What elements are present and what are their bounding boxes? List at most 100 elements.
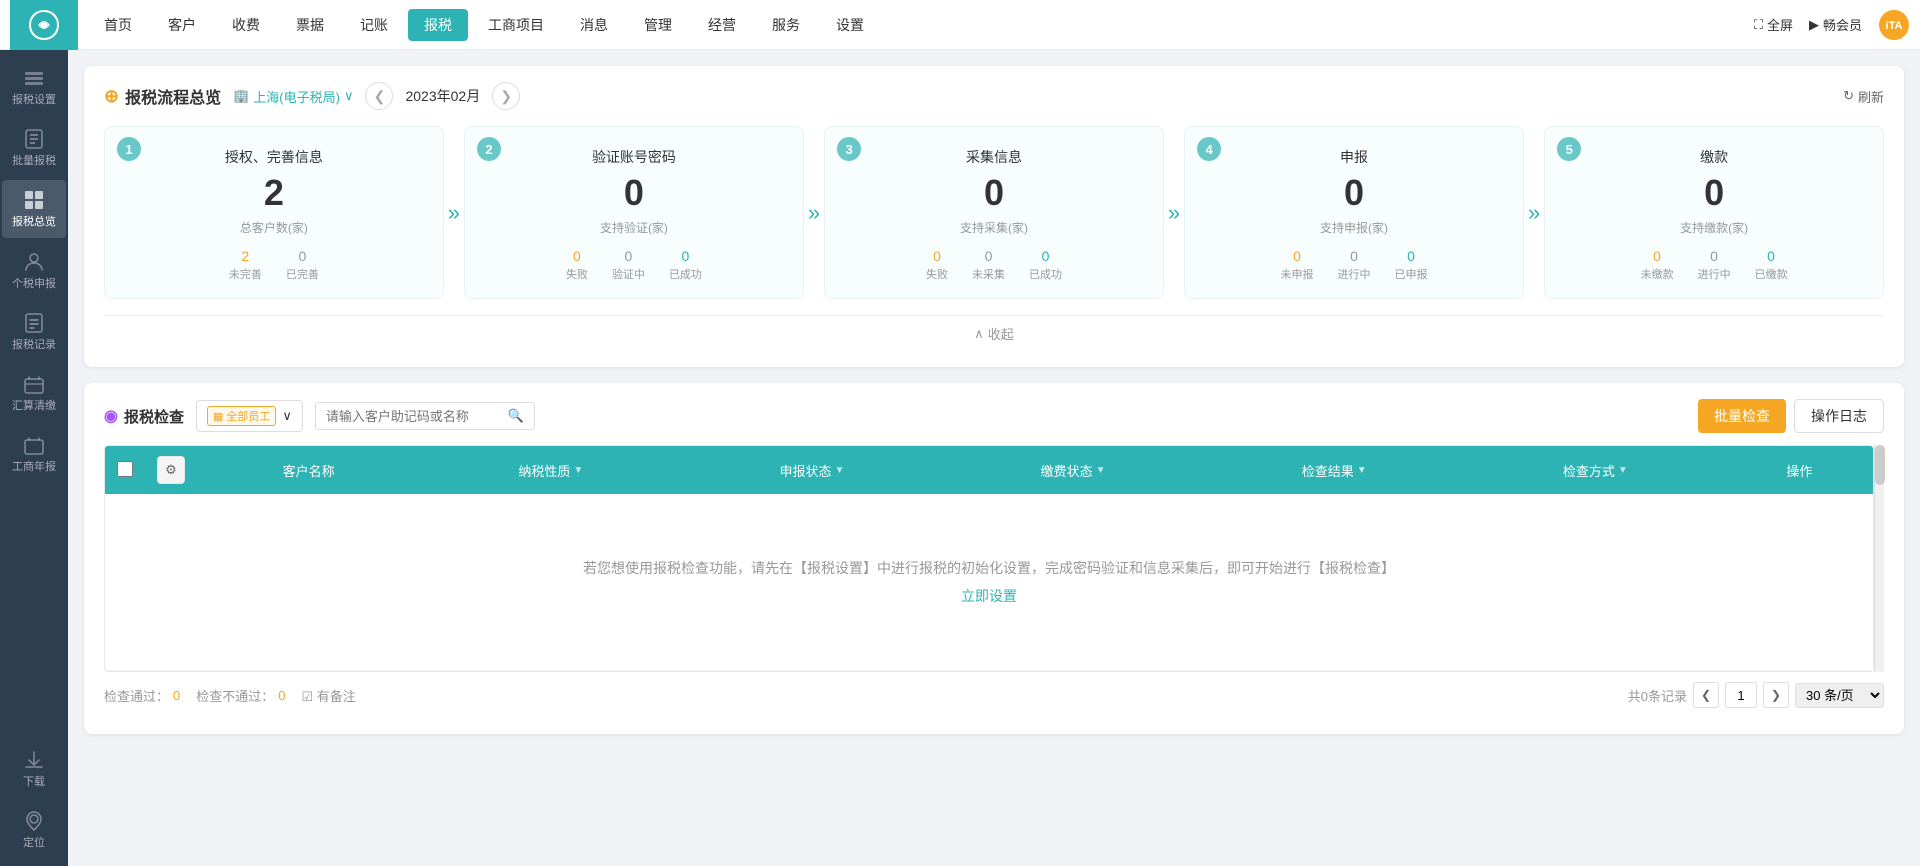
- scroll-thumb[interactable]: [1875, 445, 1885, 485]
- sidebar-label: 报税总览: [12, 216, 56, 229]
- operation-log-button[interactable]: 操作日志: [1794, 399, 1884, 433]
- nav-management[interactable]: 管理: [628, 9, 688, 41]
- step-2-stats: 0 失败 0 验证中 0 已成功: [481, 248, 787, 282]
- sidebar-label: 汇算清缴: [12, 400, 56, 413]
- sidebar-item-annual-settlement[interactable]: 汇算清缴: [2, 364, 66, 421]
- filter-icon[interactable]: ▼: [834, 465, 844, 476]
- sidebar-label: 工商年报: [12, 461, 56, 474]
- filter-icon[interactable]: ▼: [573, 465, 583, 476]
- payment-status-header: 缴费状态 ▼: [942, 446, 1203, 494]
- stat-complete: 0 已完善: [286, 248, 319, 282]
- step-number-2: 2: [477, 137, 501, 161]
- nav-service[interactable]: 服务: [756, 9, 816, 41]
- tax-check-panel: ◉ 报税检查 ▦ 全部员工 ∨ 🔍 批量检查 操作日志: [84, 383, 1904, 734]
- prev-page-button[interactable]: ❮: [1693, 682, 1719, 708]
- nav-accounting[interactable]: 记账: [344, 9, 404, 41]
- nav-tax[interactable]: 报税: [408, 9, 468, 41]
- table-settings-icon[interactable]: ⚙: [157, 456, 185, 484]
- sidebar-label: 报税记录: [12, 339, 56, 352]
- sidebar-label: 定位: [23, 837, 45, 850]
- tax-nature-header: 纳税性质 ▼: [420, 446, 681, 494]
- nav-client[interactable]: 客户: [152, 9, 212, 41]
- nav-invoice[interactable]: 票据: [280, 9, 340, 41]
- search-box: 🔍: [315, 402, 535, 430]
- location-icon: [22, 809, 46, 833]
- nav-operation[interactable]: 经营: [692, 9, 752, 41]
- operation-header: 操作: [1726, 446, 1873, 494]
- empty-message: 若您想使用报税检查功能，请先在【报税设置】中进行报税的初始化设置，完成密码验证和…: [137, 554, 1841, 582]
- panel-header: ⊕ 报税流程总览 🏢 上海(电子税局) ∨ ❮ 2023年02月 ❯ ↻ 刷新: [104, 82, 1884, 110]
- step-number-5: 5: [1557, 137, 1581, 161]
- download-icon: [22, 748, 46, 772]
- filter-icon[interactable]: ▼: [1618, 465, 1628, 476]
- sidebar-label: 报税设置: [12, 94, 56, 107]
- sidebar-item-personal-tax[interactable]: 个税申报: [2, 242, 66, 299]
- search-input[interactable]: [326, 409, 502, 424]
- tax-check-header: ◉ 报税检查 ▦ 全部员工 ∨ 🔍 批量检查 操作日志: [104, 399, 1884, 433]
- chevron-up-icon: ∧: [974, 326, 984, 342]
- step-5-desc: 支持缴款(家): [1561, 219, 1867, 236]
- prev-month-button[interactable]: ❮: [365, 82, 393, 110]
- location-selector[interactable]: 🏢 上海(电子税局) ∨: [233, 87, 353, 106]
- step-4-desc: 支持申报(家): [1201, 219, 1507, 236]
- scrollbar[interactable]: [1874, 445, 1884, 672]
- sidebar-item-location[interactable]: 定位: [2, 801, 66, 858]
- page-number-input[interactable]: [1725, 682, 1757, 708]
- table-head: ⚙ 客户名称 纳税性质 ▼: [105, 446, 1873, 494]
- personal-tax-icon: [22, 250, 46, 274]
- sidebar-item-download[interactable]: 下载: [2, 740, 66, 797]
- stat-success: 0 已成功: [669, 248, 702, 282]
- member-button[interactable]: ▶ 畅会员: [1809, 15, 1862, 34]
- step-number-3: 3: [837, 137, 861, 161]
- step-1-desc: 总客户数(家): [121, 219, 427, 236]
- annual-report-icon: [22, 433, 46, 457]
- step-number-1: 1: [117, 137, 141, 161]
- sidebar-item-batch-tax[interactable]: 批量报税: [2, 119, 66, 176]
- filter-icon[interactable]: ▼: [1357, 465, 1367, 476]
- next-month-button[interactable]: ❯: [492, 82, 520, 110]
- stat-fail: 0 失败: [566, 248, 588, 282]
- main-container: 报税设置 批量报税 报税总览 个税申报 报税记录: [0, 50, 1920, 866]
- batch-tax-icon: [22, 127, 46, 151]
- grid-icon: ▦: [213, 410, 223, 423]
- avatar[interactable]: iTA: [1878, 9, 1910, 41]
- total-records: 共0条记录: [1628, 686, 1687, 705]
- check-fail-value[interactable]: 0: [278, 688, 285, 703]
- empty-state-cell: 若您想使用报税检查功能，请先在【报税设置】中进行报税的初始化设置，完成密码验证和…: [105, 494, 1873, 671]
- check-pass-value[interactable]: 0: [173, 688, 180, 703]
- step-4-stats: 0 未申报 0 进行中 0 已申报: [1201, 248, 1507, 282]
- step-5-title: 缴款: [1561, 147, 1867, 167]
- nav-message[interactable]: 消息: [564, 9, 624, 41]
- step-5-card: 5 缴款 0 支持缴款(家) 0 未缴款 0 进行中: [1544, 126, 1884, 299]
- nav-home[interactable]: 首页: [88, 9, 148, 41]
- sidebar-label: 批量报税: [12, 155, 56, 168]
- step-2-desc: 支持验证(家): [481, 219, 787, 236]
- date-navigator: ❮ 2023年02月 ❯: [365, 82, 520, 110]
- filter-icon[interactable]: ▼: [1096, 465, 1106, 476]
- sidebar-item-tax-settings[interactable]: 报税设置: [2, 58, 66, 115]
- sidebar-item-tax-record[interactable]: 报税记录: [2, 303, 66, 360]
- search-icon[interactable]: 🔍: [508, 408, 524, 424]
- fullscreen-button[interactable]: ⛶ 全屏: [1754, 15, 1793, 34]
- sidebar-item-tax-overview[interactable]: 报税总览: [2, 180, 66, 237]
- step-4-count: 0: [1201, 175, 1507, 211]
- refresh-button[interactable]: ↻ 刷新: [1843, 87, 1884, 106]
- setup-link[interactable]: 立即设置: [961, 588, 1017, 604]
- next-page-button[interactable]: ❯: [1763, 682, 1789, 708]
- sidebar-item-annual-report[interactable]: 工商年报: [2, 425, 66, 482]
- select-all-checkbox[interactable]: [117, 461, 133, 477]
- not-complete-label: 未完善: [229, 266, 262, 282]
- nav-fee[interactable]: 收费: [216, 9, 276, 41]
- employee-filter[interactable]: ▦ 全部员工 ∨: [196, 400, 303, 432]
- nav-business[interactable]: 工商项目: [472, 9, 560, 41]
- sidebar: 报税设置 批量报税 报税总览 个税申报 报税记录: [0, 50, 68, 866]
- nav-settings[interactable]: 设置: [820, 9, 880, 41]
- collapse-button[interactable]: ∧ 收起: [104, 316, 1884, 351]
- stat-not-complete: 2 未完善: [229, 248, 262, 282]
- fullscreen-icon: ⛶: [1754, 17, 1763, 33]
- step-number-4: 4: [1197, 137, 1221, 161]
- batch-check-button[interactable]: 批量检查: [1698, 399, 1786, 433]
- per-page-select[interactable]: 30 条/页 50 条/页 100 条/页: [1795, 683, 1884, 708]
- table-container: ⚙ 客户名称 纳税性质 ▼: [104, 445, 1884, 672]
- check-method-header: 检查方式 ▼: [1465, 446, 1726, 494]
